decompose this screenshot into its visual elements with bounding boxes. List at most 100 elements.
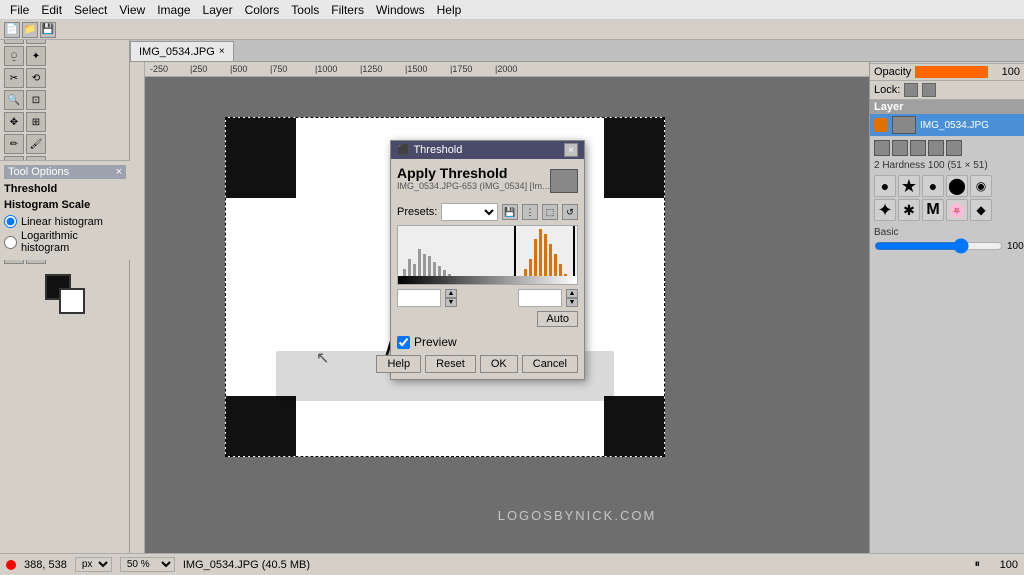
log-histogram-option[interactable]: Logarithmic histogram bbox=[4, 230, 126, 254]
tool-zoom[interactable]: 🔍 bbox=[4, 90, 24, 110]
layer-eye-icon[interactable] bbox=[874, 118, 888, 132]
spacing-slider[interactable] bbox=[874, 240, 1003, 252]
layer-btn-5[interactable] bbox=[946, 140, 962, 156]
main-toolbar: 📄 📁 💾 bbox=[0, 20, 1024, 40]
presets-label: Presets: bbox=[397, 206, 437, 218]
brush-7[interactable]: ✱ bbox=[898, 199, 920, 221]
auto-button[interactable]: Auto bbox=[537, 311, 578, 327]
tab-image[interactable]: IMG_0534.JPG × bbox=[130, 41, 234, 61]
preview-checkbox[interactable] bbox=[397, 336, 410, 349]
dialog-icon: ⬛ bbox=[397, 145, 409, 156]
status-file: IMG_0534.JPG (40.5 MB) bbox=[183, 559, 967, 571]
layer-btn-3[interactable] bbox=[910, 140, 926, 156]
brush-5[interactable]: ◉ bbox=[970, 175, 992, 197]
high-spin-down[interactable]: ▼ bbox=[566, 298, 578, 307]
tool-align[interactable]: ⊞ bbox=[26, 112, 46, 132]
high-threshold-input[interactable]: 255 bbox=[518, 289, 562, 307]
help-button[interactable]: Help bbox=[376, 355, 421, 373]
apply-icon bbox=[550, 169, 578, 193]
lock-label: Lock: bbox=[874, 84, 900, 96]
tool-free-select[interactable]: ⍜ bbox=[4, 46, 24, 66]
dialog-apply-row: Apply Threshold IMG_0534.JPG-653 (IMG_05… bbox=[397, 165, 578, 197]
brush-10[interactable]: ◆ bbox=[970, 199, 992, 221]
layer-btn-1[interactable] bbox=[874, 140, 890, 156]
background-color[interactable] bbox=[59, 288, 85, 314]
statusbar: 388, 538 px 50 % IMG_0534.JPG (40.5 MB) … bbox=[0, 553, 1024, 575]
toolbar-new-icon[interactable]: 📄 bbox=[4, 22, 20, 38]
toolbar-open-icon[interactable]: 📁 bbox=[22, 22, 38, 38]
preview-row: Preview bbox=[397, 335, 578, 349]
menu-windows[interactable]: Windows bbox=[370, 3, 431, 17]
play-button[interactable]: ⏸ bbox=[975, 558, 981, 571]
menu-help[interactable]: Help bbox=[431, 3, 468, 17]
tool-name: Threshold bbox=[4, 183, 126, 195]
menu-colors[interactable]: Colors bbox=[239, 3, 286, 17]
low-spin-down[interactable]: ▼ bbox=[445, 298, 457, 307]
brush-6[interactable]: ✦ bbox=[874, 199, 896, 221]
low-spin-up[interactable]: ▲ bbox=[445, 289, 457, 298]
dialog-content: Apply Threshold IMG_0534.JPG-653 (IMG_05… bbox=[391, 159, 584, 379]
brush-1[interactable]: ● bbox=[874, 175, 896, 197]
corner-tl bbox=[226, 118, 296, 198]
tool-move[interactable]: ✥ bbox=[4, 112, 24, 132]
lock-icon[interactable] bbox=[904, 83, 918, 97]
layer-item[interactable]: IMG_0534.JPG bbox=[870, 114, 1024, 136]
menu-select[interactable]: Select bbox=[68, 3, 113, 17]
menu-view[interactable]: View bbox=[113, 3, 151, 17]
brush-8[interactable]: M bbox=[922, 199, 944, 221]
menu-filters[interactable]: Filters bbox=[325, 3, 370, 17]
tool-transform[interactable]: ⟲ bbox=[26, 68, 46, 88]
presets-row: Presets: 💾 ⋮ ⬚ ↺ bbox=[397, 203, 578, 221]
presets-select[interactable] bbox=[441, 203, 498, 221]
lock-row: Lock: bbox=[870, 81, 1024, 100]
basic-label: Basic bbox=[874, 227, 1020, 238]
menu-edit[interactable]: Edit bbox=[35, 3, 68, 17]
zoom-select[interactable]: 50 % bbox=[120, 557, 175, 572]
watermark: LOGOSBYNICK.COM bbox=[498, 508, 657, 523]
high-spin-up[interactable]: ▲ bbox=[566, 289, 578, 298]
linear-histogram-option[interactable]: Linear histogram bbox=[4, 215, 126, 228]
lock-alpha-icon[interactable] bbox=[922, 83, 936, 97]
toolbar-save-icon[interactable]: 💾 bbox=[40, 22, 56, 38]
spacing-value: 100 bbox=[1007, 241, 1024, 252]
apply-subtitle: IMG_0534.JPG-653 (IMG_0534] [Im... bbox=[397, 181, 550, 191]
dialog-close-button[interactable]: × bbox=[564, 143, 578, 157]
preset-extra-2[interactable]: ↺ bbox=[562, 204, 578, 220]
cancel-button[interactable]: Cancel bbox=[522, 355, 578, 373]
preset-extra-1[interactable]: ⬚ bbox=[542, 204, 558, 220]
hardness-label: 2 Hardness 100 (51 × 51) bbox=[874, 160, 1020, 171]
status-coords: 388, 538 bbox=[24, 559, 67, 571]
layer-btn-4[interactable] bbox=[928, 140, 944, 156]
ok-button[interactable]: OK bbox=[480, 355, 518, 373]
preset-options-icon[interactable]: ⋮ bbox=[522, 204, 538, 220]
histogram-area bbox=[397, 225, 578, 285]
tab-close-icon[interactable]: × bbox=[219, 46, 225, 57]
unit-select[interactable]: px bbox=[75, 557, 112, 572]
opacity-label: Opacity bbox=[874, 66, 911, 78]
low-threshold-input[interactable]: 195 bbox=[397, 289, 441, 307]
tool-crop[interactable]: ✂ bbox=[4, 68, 24, 88]
layers-header: Layer bbox=[870, 100, 1024, 114]
tool-fuzzy-select[interactable]: ✦ bbox=[26, 46, 46, 66]
tool-pencil[interactable]: ✏ bbox=[4, 134, 24, 154]
high-spinner: ▲ ▼ bbox=[566, 289, 578, 307]
opacity-bar[interactable] bbox=[915, 66, 988, 78]
menu-file[interactable]: File bbox=[4, 3, 35, 17]
tool-shear[interactable]: ⊡ bbox=[26, 90, 46, 110]
tab-label: IMG_0534.JPG bbox=[139, 46, 215, 58]
right-panel: Mode Normal Opacity 100 Lock: Layer IMG_… bbox=[869, 20, 1024, 553]
menu-layer[interactable]: Layer bbox=[197, 3, 239, 17]
brush-9[interactable]: 🌸 bbox=[946, 199, 968, 221]
layer-btn-2[interactable] bbox=[892, 140, 908, 156]
brush-2[interactable]: ★ bbox=[898, 175, 920, 197]
preset-save-icon[interactable]: 💾 bbox=[502, 204, 518, 220]
tool-paintbrush[interactable]: 🖌 bbox=[26, 134, 46, 154]
low-spinner: ▲ ▼ bbox=[445, 289, 457, 307]
menu-image[interactable]: Image bbox=[151, 3, 196, 17]
brush-4[interactable]: ⬤ bbox=[946, 175, 968, 197]
brush-3[interactable]: ● bbox=[922, 175, 944, 197]
tool-options-panel: Tool Options × Threshold Histogram Scale… bbox=[0, 160, 130, 260]
dialog-titlebar: ⬛ Threshold × bbox=[391, 141, 584, 159]
reset-button[interactable]: Reset bbox=[425, 355, 476, 373]
menu-tools[interactable]: Tools bbox=[285, 3, 325, 17]
